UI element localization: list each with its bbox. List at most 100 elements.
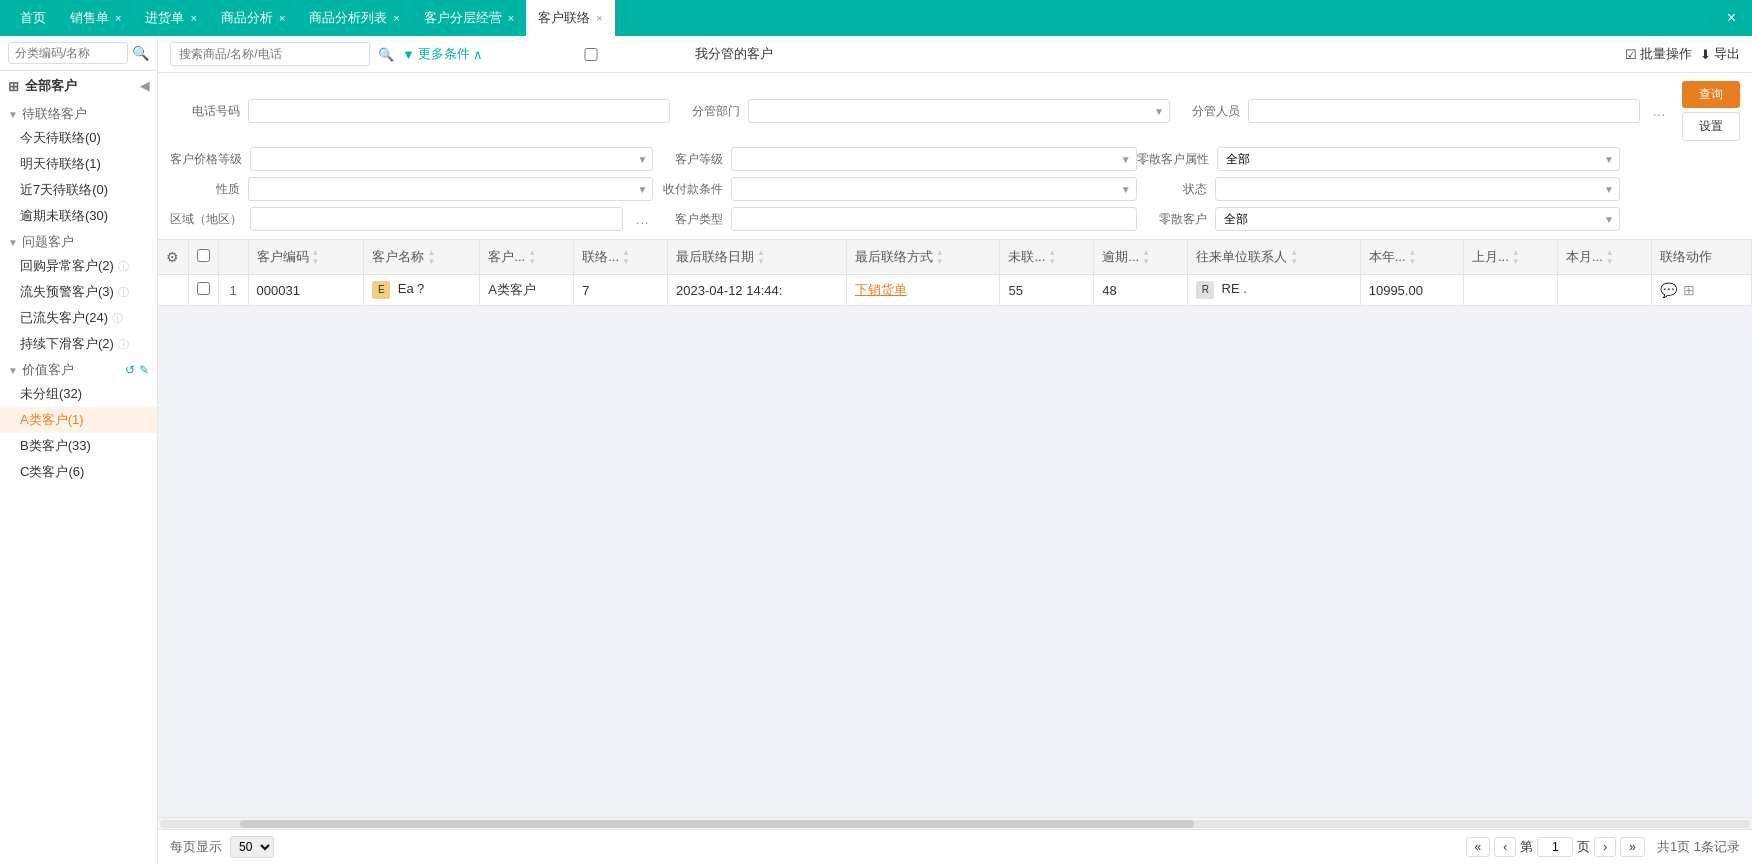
- cust-grade-select[interactable]: [731, 147, 1136, 171]
- row-checkbox[interactable]: [197, 282, 210, 295]
- sidebar-collapse-btn[interactable]: ◀: [140, 79, 149, 93]
- type-sort[interactable]: ▲▼: [528, 249, 536, 266]
- close-sales-tab[interactable]: ×: [115, 12, 121, 24]
- sidebar-item-7days[interactable]: 近7天待联络(0): [0, 177, 157, 203]
- last-way-link[interactable]: 下销货单: [855, 282, 907, 297]
- export-btn[interactable]: ⬇ 导出: [1700, 45, 1740, 63]
- price-grade-select[interactable]: [250, 147, 653, 171]
- close-contact-tab[interactable]: ×: [596, 12, 602, 24]
- sidebar-item-overdue[interactable]: 逾期未联络(30): [0, 203, 157, 229]
- last-month-sort[interactable]: ▲▼: [1512, 249, 1520, 266]
- close-goods-analysis-tab[interactable]: ×: [279, 12, 285, 24]
- sidebar-item-tomorrow[interactable]: 明天待联络(1): [0, 151, 157, 177]
- th-last-contact-way[interactable]: 最后联络方式 ▲▼: [846, 240, 1000, 275]
- close-segment-tab[interactable]: ×: [508, 12, 514, 24]
- action-grid-icon[interactable]: ⊞: [1683, 282, 1695, 298]
- th-this-month[interactable]: 本月... ▲▼: [1557, 240, 1651, 275]
- dept-select[interactable]: [748, 99, 1170, 123]
- th-contact[interactable]: 联络... ▲▼: [574, 240, 668, 275]
- nav-tab-goods-analysis[interactable]: 商品分析 ×: [209, 0, 297, 36]
- td-action: 💬 ⊞: [1651, 275, 1751, 306]
- date-sort[interactable]: ▲▼: [757, 249, 765, 266]
- prev-page-btn[interactable]: ‹: [1494, 837, 1516, 857]
- overdue-sort[interactable]: ▲▼: [1142, 249, 1150, 266]
- close-purchase-tab[interactable]: ×: [190, 12, 196, 24]
- sidebar-item-b-class[interactable]: B类客户(33): [0, 433, 157, 459]
- nav-home[interactable]: 首页: [8, 0, 58, 36]
- bulk-op-btn[interactable]: ☑ 批量操作: [1625, 45, 1692, 63]
- select-all-checkbox[interactable]: [197, 249, 210, 262]
- cust-type-input[interactable]: [731, 207, 1136, 231]
- nav-tab-purchase[interactable]: 进货单 ×: [133, 0, 208, 36]
- region-dots[interactable]: …: [631, 211, 653, 227]
- last-page-btn[interactable]: »: [1620, 837, 1645, 857]
- nav-tab-goods-list[interactable]: 商品分析列表 ×: [297, 0, 411, 36]
- nav-tab-sales[interactable]: 销售单 ×: [58, 0, 133, 36]
- page-input[interactable]: [1537, 837, 1573, 857]
- th-settings[interactable]: ⚙: [158, 240, 188, 275]
- year-sort[interactable]: ▲▼: [1409, 249, 1417, 266]
- my-customers-checkbox[interactable]: [491, 48, 691, 61]
- refresh-icon[interactable]: ↺: [125, 363, 135, 377]
- nav-tab-customer-segment[interactable]: 客户分层经营 ×: [412, 0, 526, 36]
- th-type[interactable]: 客户... ▲▼: [480, 240, 574, 275]
- next-page-btn[interactable]: ›: [1594, 837, 1616, 857]
- th-overdue[interactable]: 逾期... ▲▼: [1094, 240, 1188, 275]
- settings-gear-icon[interactable]: ⚙: [166, 249, 179, 265]
- th-last-contact-date[interactable]: 最后联络日期 ▲▼: [668, 240, 847, 275]
- search-icon[interactable]: 🔍: [378, 47, 394, 62]
- sidebar-search-icon[interactable]: 🔍: [132, 45, 149, 61]
- close-window-icon[interactable]: ×: [1719, 9, 1744, 27]
- region-input[interactable]: [250, 207, 623, 231]
- my-customers-filter[interactable]: 我分管的客户: [491, 45, 773, 63]
- name-sort[interactable]: ▲▼: [427, 249, 435, 266]
- th-last-month[interactable]: 上月... ▲▼: [1464, 240, 1558, 275]
- unit-contact-sort[interactable]: ▲▼: [1290, 249, 1298, 266]
- person-input[interactable]: [1248, 99, 1640, 123]
- sidebar-item-repurchase-abnormal[interactable]: 回购异常客户(2) ⓘ: [0, 253, 157, 279]
- td-this-month: [1557, 275, 1651, 306]
- th-unit-contact[interactable]: 往来单位联系人 ▲▼: [1188, 240, 1360, 275]
- query-btn[interactable]: 查询: [1682, 81, 1740, 108]
- more-filters-btn[interactable]: ▼ 更多条件 ∧: [402, 45, 483, 63]
- nav-tab-customer-contact[interactable]: 客户联络 ×: [526, 0, 614, 36]
- no-contact-sort[interactable]: ▲▼: [1048, 249, 1056, 266]
- sidebar-item-declining[interactable]: 持续下滑客户(2) ⓘ: [0, 331, 157, 357]
- pending-contact-group[interactable]: ▼ 待联络客户: [0, 101, 157, 125]
- edit-icon[interactable]: ✎: [139, 363, 149, 377]
- th-no-contact[interactable]: 未联... ▲▼: [1000, 240, 1094, 275]
- contact-sort[interactable]: ▲▼: [622, 249, 630, 266]
- th-name[interactable]: 客户名称 ▲▼: [364, 240, 480, 275]
- settings-btn[interactable]: 设置: [1682, 112, 1740, 141]
- action-chat-icon[interactable]: 💬: [1660, 282, 1677, 298]
- sidebar-item-churned[interactable]: 已流失客户(24) ⓘ: [0, 305, 157, 331]
- td-settings: [158, 275, 188, 306]
- sidebar-search-input[interactable]: [8, 42, 128, 64]
- sidebar-item-today[interactable]: 今天待联络(0): [0, 125, 157, 151]
- retail-attr-select[interactable]: 全部: [1217, 147, 1620, 171]
- th-code[interactable]: 客户编码 ▲▼: [248, 240, 364, 275]
- way-sort[interactable]: ▲▼: [936, 249, 944, 266]
- code-sort[interactable]: ▲▼: [312, 249, 320, 266]
- sidebar-item-c-class[interactable]: C类客户(6): [0, 459, 157, 485]
- sidebar-item-a-class[interactable]: A类客户(1): [0, 407, 157, 433]
- retail-cust-select[interactable]: 全部: [1215, 207, 1620, 231]
- phone-input[interactable]: [248, 99, 670, 123]
- all-customers-header[interactable]: ⊞ 全部客户 ◀: [0, 71, 157, 101]
- th-this-year[interactable]: 本年... ▲▼: [1360, 240, 1463, 275]
- sidebar-item-unclassified[interactable]: 未分组(32): [0, 381, 157, 407]
- search-input[interactable]: [170, 42, 370, 66]
- payment-select[interactable]: [731, 177, 1136, 201]
- close-goods-list-tab[interactable]: ×: [393, 12, 399, 24]
- horizontal-scrollbar[interactable]: [158, 817, 1752, 829]
- problem-customers-group[interactable]: ▼ 问题客户: [0, 229, 157, 253]
- value-customers-group[interactable]: ▼ 价值客户 ↺ ✎: [0, 357, 157, 381]
- sidebar-item-churn-warning[interactable]: 流失预警客户(3) ⓘ: [0, 279, 157, 305]
- nature-select[interactable]: [248, 177, 653, 201]
- first-page-btn[interactable]: «: [1466, 837, 1491, 857]
- per-page-select[interactable]: 50: [230, 836, 274, 858]
- person-dots[interactable]: …: [1648, 103, 1670, 119]
- status-select[interactable]: [1215, 177, 1620, 201]
- this-month-sort[interactable]: ▲▼: [1606, 249, 1614, 266]
- scrollbar-thumb[interactable]: [240, 820, 1194, 828]
